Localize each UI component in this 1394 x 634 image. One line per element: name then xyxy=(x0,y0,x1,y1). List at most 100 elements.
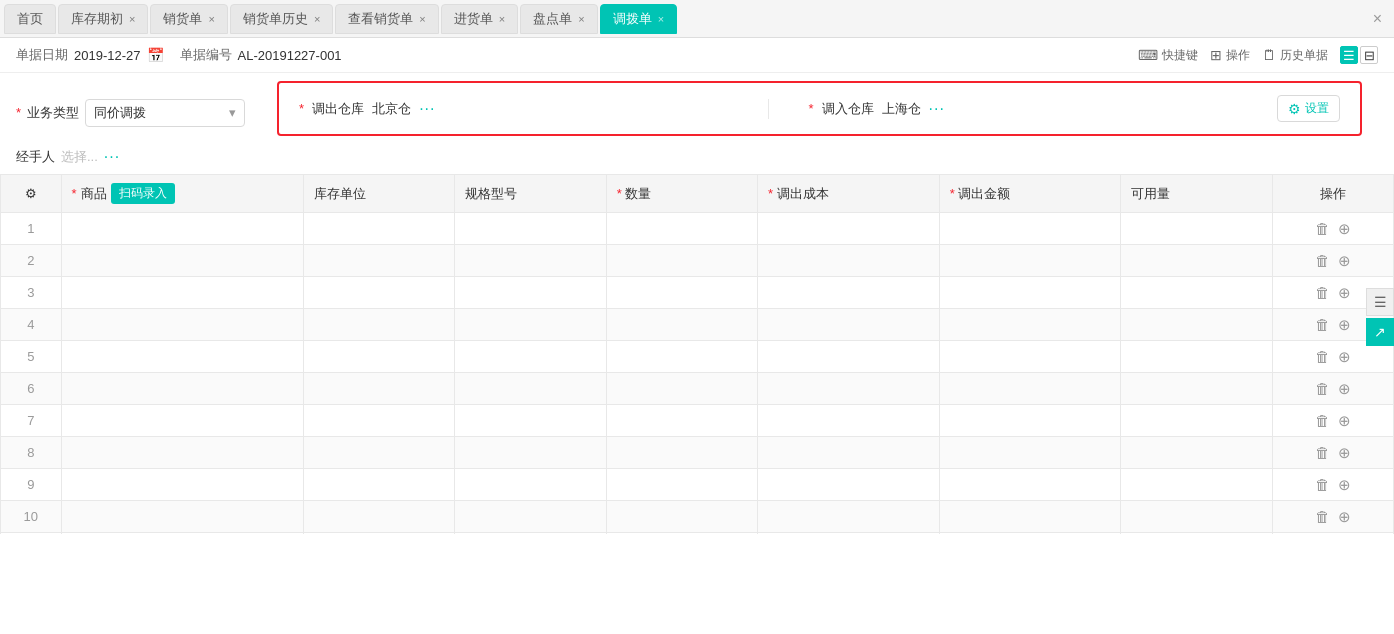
row-spec-10[interactable] xyxy=(455,501,606,533)
row-amount-4[interactable] xyxy=(939,309,1121,341)
row-unit-3[interactable] xyxy=(303,277,454,309)
row-spec-6[interactable] xyxy=(455,373,606,405)
row-amount-8[interactable] xyxy=(939,437,1121,469)
tab-home[interactable]: 首页 xyxy=(4,4,56,34)
row-product-1[interactable] xyxy=(61,213,303,245)
row-qty-8[interactable] xyxy=(606,437,757,469)
tab-sales[interactable]: 销货单 × xyxy=(150,4,227,34)
row-product-7[interactable] xyxy=(61,405,303,437)
row-qty-6[interactable] xyxy=(606,373,757,405)
layout-grid-btn[interactable]: ⊟ xyxy=(1360,46,1378,64)
row-amount-10[interactable] xyxy=(939,501,1121,533)
row-copy-icon-8[interactable]: ⊕ xyxy=(1338,444,1351,461)
out-warehouse-more-icon[interactable]: ··· xyxy=(419,100,435,118)
row-product-6[interactable] xyxy=(61,373,303,405)
row-available-7[interactable] xyxy=(1121,405,1272,437)
right-list-btn[interactable]: ☰ xyxy=(1366,288,1394,316)
row-cost-11[interactable] xyxy=(758,533,940,535)
row-qty-4[interactable] xyxy=(606,309,757,341)
row-copy-icon-4[interactable]: ⊕ xyxy=(1338,316,1351,333)
scan-btn[interactable]: 扫码录入 xyxy=(111,183,175,204)
tab-transfer-close[interactable]: × xyxy=(658,13,664,25)
manager-more-icon[interactable]: ··· xyxy=(104,148,120,166)
row-available-11[interactable] xyxy=(1121,533,1272,535)
row-product-3[interactable] xyxy=(61,277,303,309)
tab-purchase-close[interactable]: × xyxy=(499,13,505,25)
row-delete-icon-2[interactable]: 🗑 xyxy=(1315,252,1330,269)
row-qty-9[interactable] xyxy=(606,469,757,501)
row-spec-5[interactable] xyxy=(455,341,606,373)
row-cost-9[interactable] xyxy=(758,469,940,501)
tab-inventory-init[interactable]: 库存期初 × xyxy=(58,4,148,34)
row-available-4[interactable] xyxy=(1121,309,1272,341)
row-unit-1[interactable] xyxy=(303,213,454,245)
tab-purchase[interactable]: 进货单 × xyxy=(441,4,518,34)
biz-type-select[interactable]: 同价调拨 ▾ xyxy=(85,99,245,127)
row-delete-icon-3[interactable]: 🗑 xyxy=(1315,284,1330,301)
row-copy-icon-6[interactable]: ⊕ xyxy=(1338,380,1351,397)
row-amount-2[interactable] xyxy=(939,245,1121,277)
row-spec-11[interactable] xyxy=(455,533,606,535)
in-warehouse-more-icon[interactable]: ··· xyxy=(929,100,945,118)
row-available-2[interactable] xyxy=(1121,245,1272,277)
row-qty-3[interactable] xyxy=(606,277,757,309)
row-delete-icon-6[interactable]: 🗑 xyxy=(1315,380,1330,397)
row-cost-7[interactable] xyxy=(758,405,940,437)
row-available-1[interactable] xyxy=(1121,213,1272,245)
setting-button[interactable]: ⚙ 设置 xyxy=(1277,95,1340,122)
tab-close-all-icon[interactable]: × xyxy=(1365,6,1390,32)
tab-sales-history[interactable]: 销货单历史 × xyxy=(230,4,333,34)
history-btn[interactable]: 🗒 历史单据 xyxy=(1262,47,1328,64)
row-unit-8[interactable] xyxy=(303,437,454,469)
row-cost-5[interactable] xyxy=(758,341,940,373)
row-unit-7[interactable] xyxy=(303,405,454,437)
row-delete-icon-8[interactable]: 🗑 xyxy=(1315,444,1330,461)
row-available-5[interactable] xyxy=(1121,341,1272,373)
row-delete-icon-10[interactable]: 🗑 xyxy=(1315,508,1330,525)
row-product-11[interactable] xyxy=(61,533,303,535)
row-unit-6[interactable] xyxy=(303,373,454,405)
row-unit-10[interactable] xyxy=(303,501,454,533)
row-delete-icon-4[interactable]: 🗑 xyxy=(1315,316,1330,333)
row-spec-8[interactable] xyxy=(455,437,606,469)
row-cost-6[interactable] xyxy=(758,373,940,405)
row-product-10[interactable] xyxy=(61,501,303,533)
row-copy-icon-10[interactable]: ⊕ xyxy=(1338,508,1351,525)
tab-sales-history-close[interactable]: × xyxy=(314,13,320,25)
row-cost-1[interactable] xyxy=(758,213,940,245)
tab-view-sales-close[interactable]: × xyxy=(419,13,425,25)
row-delete-icon-5[interactable]: 🗑 xyxy=(1315,348,1330,365)
row-unit-2[interactable] xyxy=(303,245,454,277)
row-cost-4[interactable] xyxy=(758,309,940,341)
calendar-icon[interactable]: 📅 xyxy=(147,47,164,63)
row-spec-1[interactable] xyxy=(455,213,606,245)
row-qty-5[interactable] xyxy=(606,341,757,373)
manager-placeholder[interactable]: 选择... xyxy=(61,148,98,166)
row-spec-7[interactable] xyxy=(455,405,606,437)
row-spec-9[interactable] xyxy=(455,469,606,501)
row-spec-2[interactable] xyxy=(455,245,606,277)
row-amount-9[interactable] xyxy=(939,469,1121,501)
row-available-6[interactable] xyxy=(1121,373,1272,405)
row-product-8[interactable] xyxy=(61,437,303,469)
tab-inventory-init-close[interactable]: × xyxy=(129,13,135,25)
row-delete-icon-1[interactable]: 🗑 xyxy=(1315,220,1330,237)
row-amount-1[interactable] xyxy=(939,213,1121,245)
tab-sales-close[interactable]: × xyxy=(208,13,214,25)
row-qty-10[interactable] xyxy=(606,501,757,533)
row-copy-icon-2[interactable]: ⊕ xyxy=(1338,252,1351,269)
row-product-5[interactable] xyxy=(61,341,303,373)
row-amount-6[interactable] xyxy=(939,373,1121,405)
tab-view-sales[interactable]: 查看销货单 × xyxy=(335,4,438,34)
tab-stocktake-close[interactable]: × xyxy=(578,13,584,25)
row-delete-icon-9[interactable]: 🗑 xyxy=(1315,476,1330,493)
row-copy-icon-5[interactable]: ⊕ xyxy=(1338,348,1351,365)
row-available-10[interactable] xyxy=(1121,501,1272,533)
row-cost-3[interactable] xyxy=(758,277,940,309)
row-amount-3[interactable] xyxy=(939,277,1121,309)
row-cost-10[interactable] xyxy=(758,501,940,533)
row-amount-5[interactable] xyxy=(939,341,1121,373)
row-amount-11[interactable] xyxy=(939,533,1121,535)
row-qty-11[interactable] xyxy=(606,533,757,535)
row-unit-9[interactable] xyxy=(303,469,454,501)
